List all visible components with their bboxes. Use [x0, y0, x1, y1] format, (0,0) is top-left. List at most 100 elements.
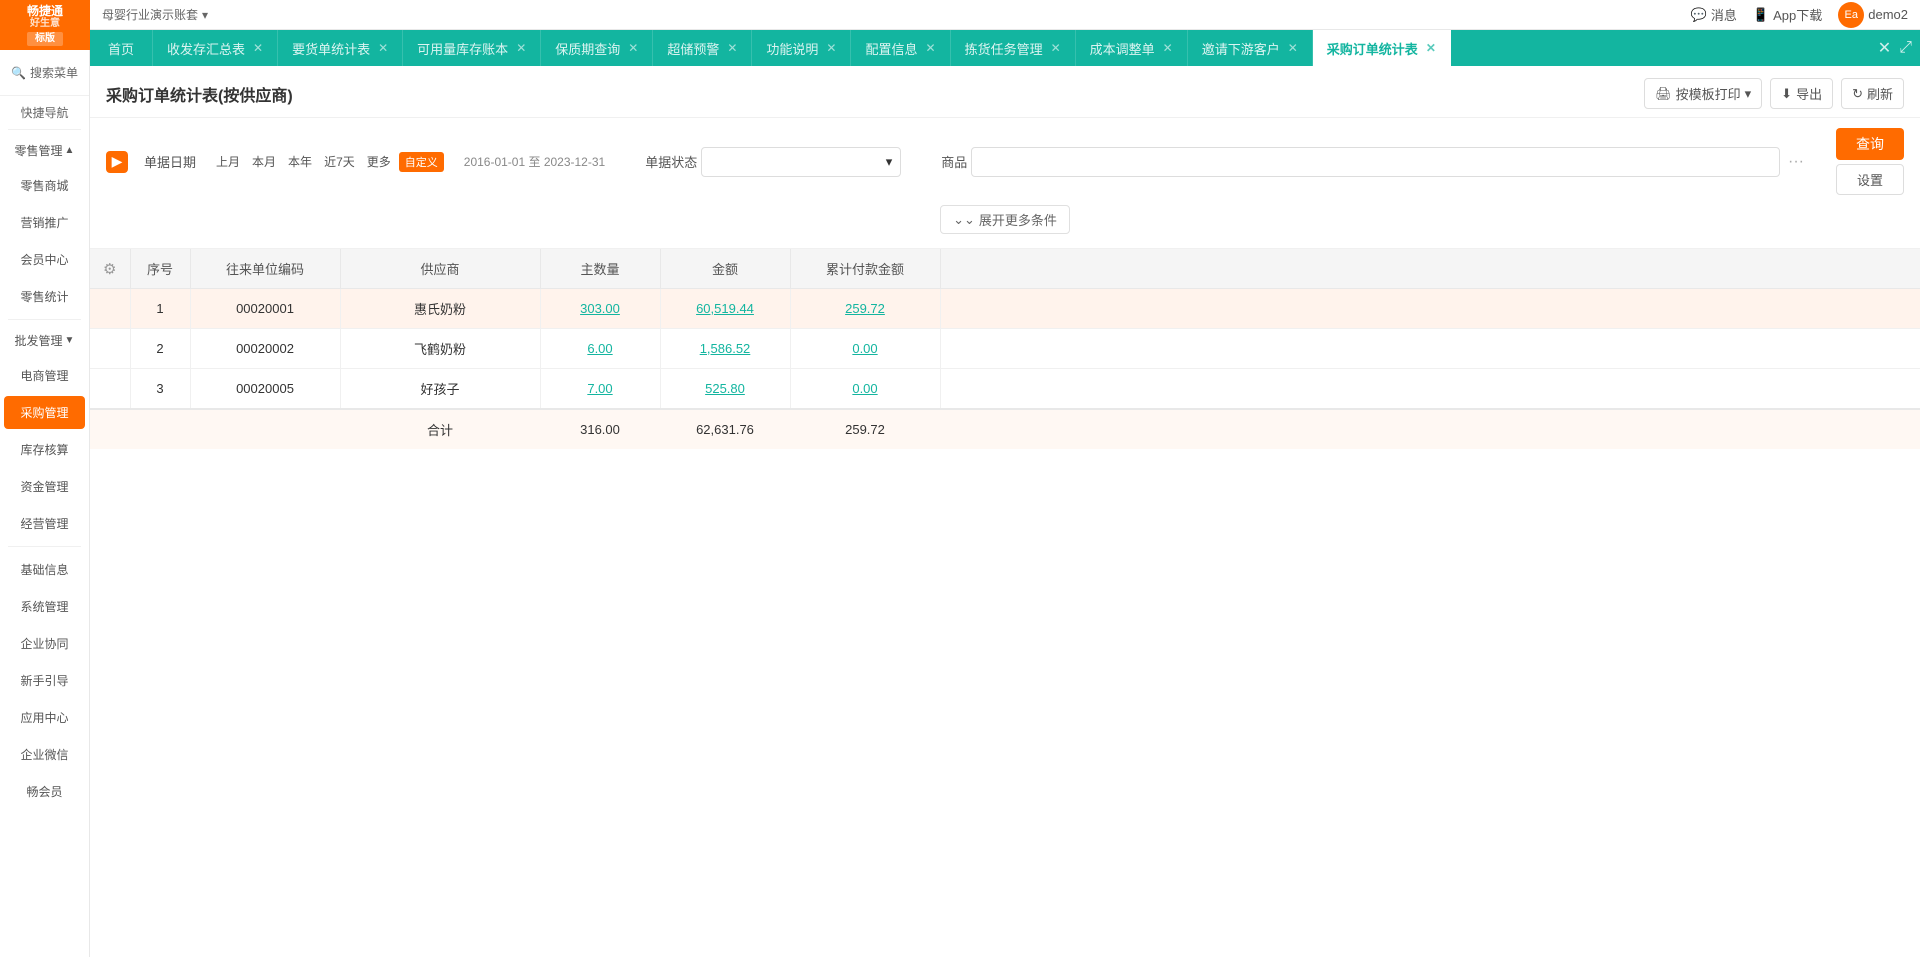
table-area: ⚙ 序号 往来单位编码 供应商 主数量 金额 累计付款金额	[90, 249, 1920, 957]
shortcut-this-month[interactable]: 本月	[248, 151, 280, 172]
query-btn-group: 查询 设置	[1836, 128, 1904, 195]
refresh-btn[interactable]: ↻ 刷新	[1841, 78, 1904, 109]
td-rest-3	[940, 369, 1920, 410]
tab-order-stats[interactable]: 要货单统计表 ✕	[278, 30, 403, 66]
tf-settings	[90, 409, 130, 449]
td-settings-2	[90, 329, 130, 369]
tab-invite-downstream-close[interactable]: ✕	[1288, 41, 1298, 55]
th-settings[interactable]: ⚙	[90, 249, 130, 289]
tab-warranty-query-label: 保质期查询	[555, 39, 620, 58]
tab-warranty-query[interactable]: 保质期查询 ✕	[541, 30, 653, 66]
tab-pick-task[interactable]: 拣货任务管理 ✕	[951, 30, 1076, 66]
user-profile-btn[interactable]: Ea demo2	[1838, 2, 1908, 28]
settings-btn[interactable]: 设置	[1836, 164, 1904, 195]
shortcut-this-year[interactable]: 本年	[284, 151, 316, 172]
sidebar-item-member-center[interactable]: 会员中心	[4, 243, 85, 276]
sidebar-item-retail-stats[interactable]: 零售统计	[4, 280, 85, 313]
td-paid-3: 0.00	[790, 369, 940, 410]
qty-link-2[interactable]: 6.00	[587, 341, 612, 356]
sidebar-item-retail-mgmt[interactable]: 零售管理 ▲	[4, 136, 85, 165]
amount-link-1[interactable]: 60,519.44	[696, 301, 754, 316]
shortcut-more[interactable]: 更多	[363, 151, 395, 172]
tab-available-inventory[interactable]: 可用量库存账本 ✕	[403, 30, 541, 66]
tab-invite-downstream[interactable]: 邀请下游客户 ✕	[1188, 30, 1313, 66]
sidebar-item-inventory[interactable]: 库存核算	[4, 433, 85, 466]
th-qty: 主数量	[540, 249, 660, 289]
query-btn[interactable]: 查询	[1836, 128, 1904, 160]
top-bar-left: 母婴行业演示账套 ▾	[102, 6, 208, 23]
export-btn[interactable]: ⬇ 导出	[1770, 78, 1833, 109]
sidebar-item-sys-mgmt[interactable]: 系统管理	[4, 590, 85, 623]
commodity-more-icon[interactable]: ···	[1788, 153, 1804, 171]
main-area: 母婴行业演示账套 ▾ 💬 消息 📱 App下载 Ea demo2 首页	[90, 0, 1920, 957]
shortcut-last-7-days[interactable]: 近7天	[320, 151, 359, 172]
tab-collect-send-close[interactable]: ✕	[253, 41, 263, 55]
th-amount: 金额	[660, 249, 790, 289]
tab-close-all-btn[interactable]: ✕	[1878, 38, 1891, 58]
tab-cost-adjust[interactable]: 成本调整单 ✕	[1076, 30, 1188, 66]
sidebar-item-marketing[interactable]: 营销推广	[4, 206, 85, 239]
tab-function-desc[interactable]: 功能说明 ✕	[752, 30, 851, 66]
tab-cost-adjust-close[interactable]: ✕	[1163, 41, 1173, 55]
filter-toggle-btn[interactable]: ▶	[106, 151, 128, 173]
tab-collect-send[interactable]: 收发存汇总表 ✕	[153, 30, 278, 66]
sidebar-item-purchase-mgmt[interactable]: 采购管理	[4, 396, 85, 429]
qty-link-3[interactable]: 7.00	[587, 381, 612, 396]
sidebar-item-ecom-mgmt[interactable]: 电商管理	[4, 359, 85, 392]
tab-home[interactable]: 首页	[90, 30, 153, 66]
sidebar-item-finance[interactable]: 资金管理	[4, 470, 85, 503]
tab-purchase-order-stats-close[interactable]: ✕	[1426, 41, 1436, 55]
shortcut-last-month[interactable]: 上月	[212, 151, 244, 172]
custom-date-badge[interactable]: 自定义	[399, 152, 444, 172]
sidebar-item-enterprise-coop[interactable]: 企业协同	[4, 627, 85, 660]
tf-rest	[940, 409, 1920, 449]
data-table: ⚙ 序号 往来单位编码 供应商 主数量 金额 累计付款金额	[90, 249, 1920, 449]
expand-more-btn[interactable]: ⌄⌄ 展开更多条件	[940, 205, 1070, 234]
tab-config-info[interactable]: 配置信息 ✕	[851, 30, 950, 66]
sidebar-item-app-center[interactable]: 应用中心	[4, 701, 85, 734]
commodity-filter: 商品 ···	[941, 147, 1804, 177]
tab-order-stats-close[interactable]: ✕	[378, 41, 388, 55]
paid-link-3[interactable]: 0.00	[852, 381, 877, 396]
app-download-btn[interactable]: 📱 App下载	[1753, 5, 1822, 24]
tab-function-desc-close[interactable]: ✕	[826, 41, 836, 55]
amount-link-2[interactable]: 1,586.52	[700, 341, 751, 356]
account-selector[interactable]: 母婴行业演示账套 ▾	[102, 6, 208, 23]
commodity-input[interactable]	[971, 147, 1780, 177]
td-no-2: 2	[130, 329, 190, 369]
status-select[interactable]: ▾	[701, 147, 901, 177]
search-menu-item[interactable]: 🔍 搜索菜单	[6, 58, 83, 87]
paid-link-2[interactable]: 0.00	[852, 341, 877, 356]
status-filter: 单据状态 ▾	[645, 147, 901, 177]
tab-fullscreen-btn[interactable]: ⤢	[1899, 39, 1912, 57]
date-shortcuts: 上月 本月 本年 近7天 更多 自定义	[212, 151, 444, 172]
th-no: 序号	[130, 249, 190, 289]
tab-pick-task-close[interactable]: ✕	[1051, 41, 1061, 55]
gear-icon[interactable]: ⚙	[103, 261, 116, 278]
tab-function-desc-label: 功能说明	[766, 39, 818, 58]
print-btn[interactable]: 🖨 按模板打印 ▾	[1644, 78, 1762, 109]
tab-bar: 首页 收发存汇总表 ✕ 要货单统计表 ✕ 可用量库存账本 ✕ 保质期查询 ✕ 超…	[90, 30, 1920, 66]
tab-available-inventory-close[interactable]: ✕	[516, 41, 526, 55]
sidebar-item-enterprise-wechat[interactable]: 企业微信	[4, 738, 85, 771]
username-label: demo2	[1868, 7, 1908, 22]
top-bar-right: 💬 消息 📱 App下载 Ea demo2	[1691, 2, 1908, 28]
tab-config-info-close[interactable]: ✕	[926, 41, 936, 55]
message-btn[interactable]: 💬 消息	[1691, 5, 1737, 24]
sidebar-item-member[interactable]: 畅会员	[4, 775, 85, 808]
table-row: 3 00020005 好孩子 7.00 525.80 0.00	[90, 369, 1920, 410]
sidebar-item-basic-info[interactable]: 基础信息	[4, 553, 85, 586]
amount-link-3[interactable]: 525.80	[705, 381, 745, 396]
qty-link-1[interactable]: 303.00	[580, 301, 620, 316]
quick-nav-item[interactable]: 快捷导航	[0, 96, 89, 125]
paid-link-1[interactable]: 259.72	[845, 301, 885, 316]
sidebar-item-label-sys-mgmt: 系统管理	[20, 598, 68, 615]
tab-overstock-alert[interactable]: 超储预警 ✕	[653, 30, 752, 66]
tab-warranty-query-close[interactable]: ✕	[628, 41, 638, 55]
tab-purchase-order-stats[interactable]: 采购订单统计表 ✕	[1313, 30, 1451, 66]
sidebar-item-batch-mgmt[interactable]: 批发管理 ▼	[4, 326, 85, 355]
sidebar-item-ops-mgmt[interactable]: 经营管理	[4, 507, 85, 540]
sidebar-item-retail-store[interactable]: 零售商城	[4, 169, 85, 202]
sidebar-item-new-guide[interactable]: 新手引导	[4, 664, 85, 697]
tab-overstock-alert-close[interactable]: ✕	[727, 41, 737, 55]
